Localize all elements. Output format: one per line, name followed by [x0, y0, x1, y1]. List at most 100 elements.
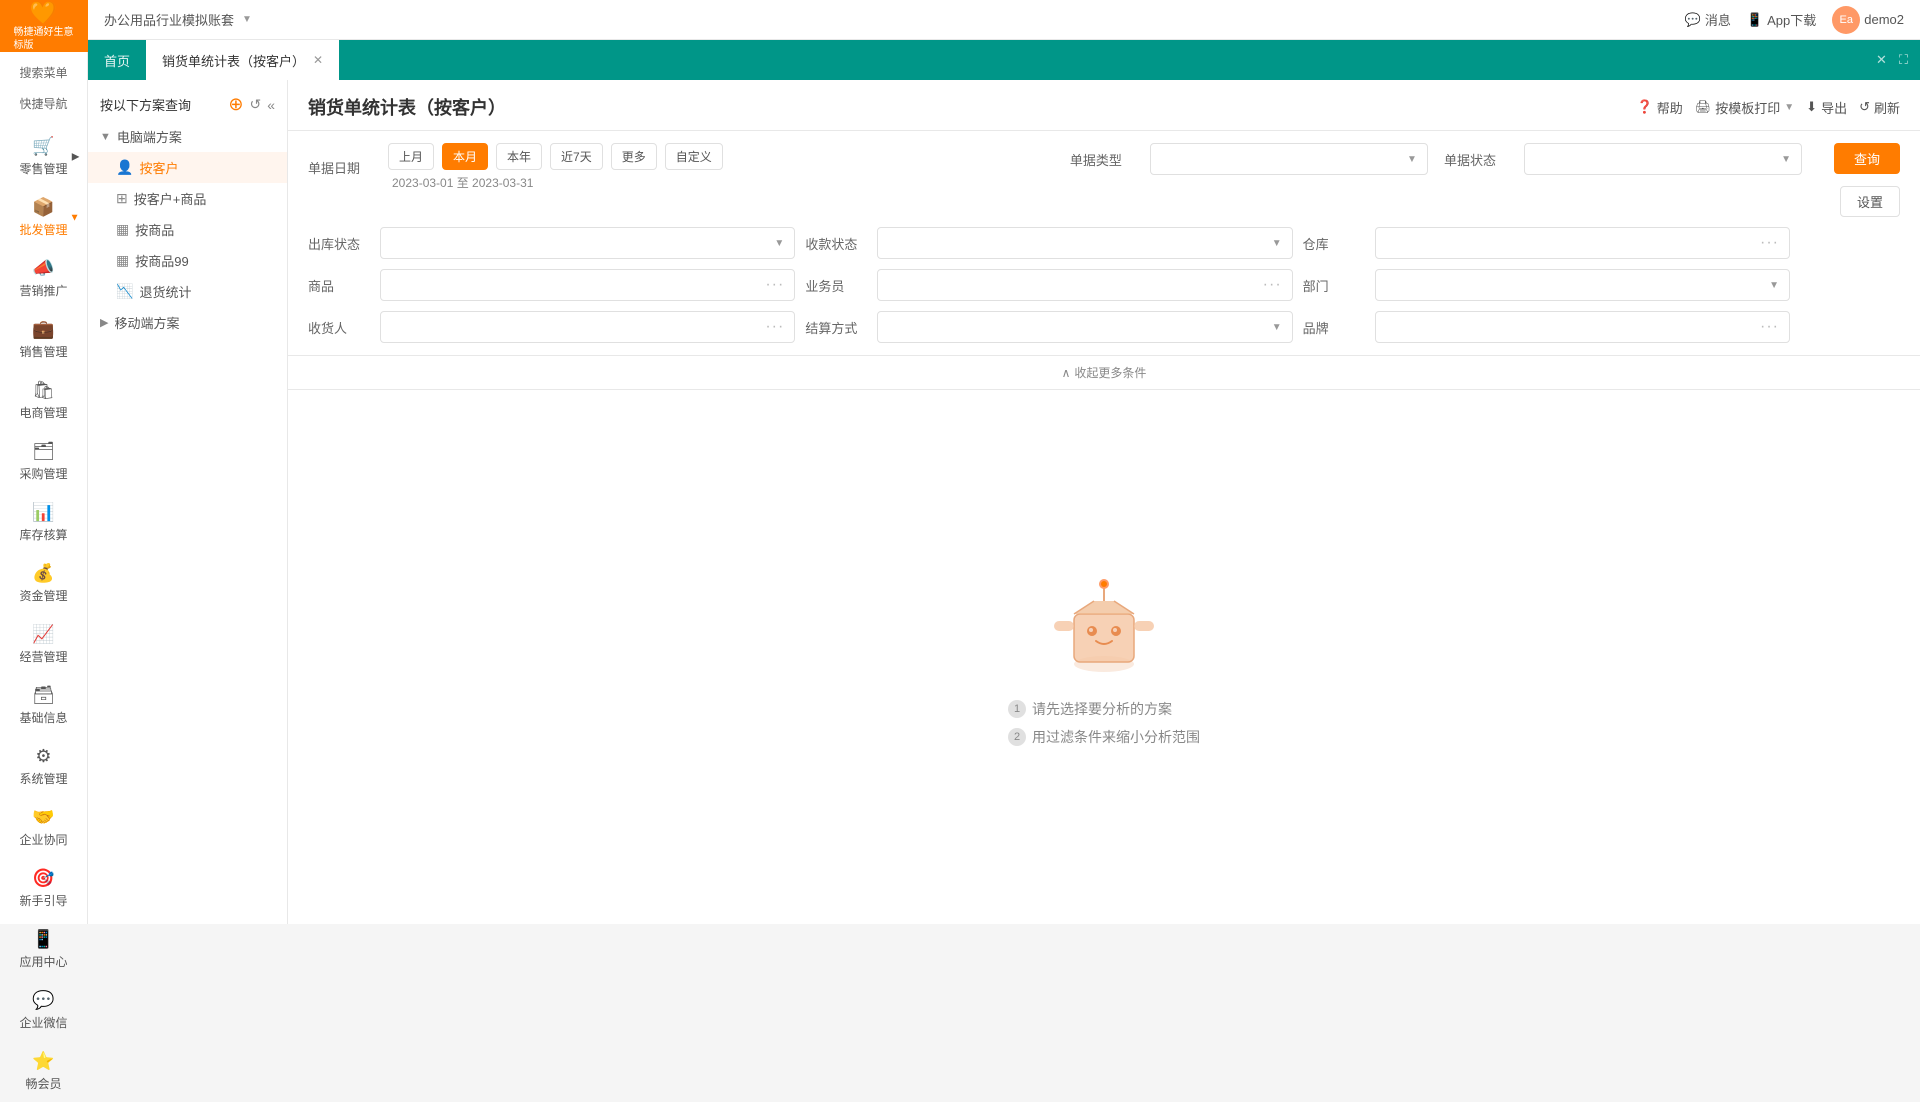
scheme-item-by-goods[interactable]: ▦ 按商品	[88, 214, 287, 245]
collapse-up-icon: ∧	[1062, 366, 1071, 380]
scheme-group-desktop: ▼ 电脑端方案 👤 按客户 ⊞ 按客户+商品 ▦ 按商品 ▦ 按商品99	[88, 121, 287, 307]
query-btn[interactable]: 查询	[1834, 143, 1900, 174]
scheme-group-mobile-header[interactable]: ▶ 移动端方案	[88, 307, 287, 338]
empty-state: 1 请先选择要分析的方案 2 用过滤条件来缩小分析范围	[288, 390, 1920, 924]
help-btn[interactable]: ❓ 帮助	[1637, 98, 1683, 117]
receiver-input[interactable]: ···	[380, 311, 795, 343]
sidebar-item-basic[interactable]: 🗃 基础信息	[0, 675, 88, 736]
collapse-bar[interactable]: ∧ 收起更多条件	[288, 356, 1920, 390]
scheme-item-by-goods-99[interactable]: ▦ 按商品99	[88, 245, 287, 276]
settlement-label: 结算方式	[805, 318, 877, 337]
purchase-icon: 🗂	[32, 441, 55, 462]
add-scheme-icon[interactable]: ⊕	[228, 94, 243, 115]
finance-icon: 💰	[32, 563, 54, 584]
salesperson-input[interactable]: ···	[877, 269, 1292, 301]
brand-label: 品牌	[1303, 318, 1375, 337]
goods-dots: ···	[765, 276, 784, 294]
sidebar-item-inventory[interactable]: 📊 库存核算	[0, 492, 88, 553]
sidebar-item-newbie[interactable]: 🎯 新手引导	[0, 858, 88, 919]
quick-nav[interactable]: 快捷导航	[0, 89, 87, 118]
date-btn-last-month[interactable]: 上月	[388, 143, 434, 170]
date-btn-this-month[interactable]: 本月	[442, 143, 488, 170]
out-status-input[interactable]: ▼	[380, 227, 795, 259]
tab-home[interactable]: 首页	[88, 40, 146, 80]
brand-cell: 品牌 ···	[1303, 311, 1790, 343]
person-icon: 👤	[116, 159, 133, 176]
export-btn[interactable]: ⬇ 导出	[1806, 98, 1847, 117]
sidebar-item-purchase[interactable]: 🗂 采购管理	[0, 431, 88, 492]
basic-icon: 🗃	[32, 685, 55, 706]
sidebar-item-wechat[interactable]: 💬 企业微信	[0, 980, 88, 1041]
system-icon: ⚙	[35, 746, 51, 767]
newbie-icon: 🎯	[32, 868, 54, 889]
settings-btn[interactable]: 设置	[1840, 186, 1900, 217]
warehouse-input[interactable]: ···	[1375, 227, 1790, 259]
date-buttons-group: 上月 本月 本年 近7天 更多 自定义	[388, 143, 723, 170]
type-filter-input[interactable]: ▼	[1150, 143, 1428, 175]
scheme-panel-title: 按以下方案查询	[100, 95, 191, 114]
goods-input[interactable]: ···	[380, 269, 795, 301]
scheme-item-by-customer-goods[interactable]: ⊞ 按客户+商品	[88, 183, 287, 214]
payment-status-input[interactable]: ▼	[877, 227, 1292, 259]
sidebar-item-apps[interactable]: 📱 应用中心	[0, 919, 88, 980]
dept-input[interactable]: ▼	[1375, 269, 1790, 301]
chevron-down-icon: ▼	[70, 212, 80, 223]
dept-dropdown: ▼	[1769, 280, 1779, 291]
empty-tip-2: 2 用过滤条件来缩小分析范围	[1008, 727, 1200, 747]
payment-status-label: 收款状态	[805, 234, 877, 253]
ecommerce-icon: 🛍	[32, 380, 55, 401]
settlement-dropdown: ▼	[1272, 322, 1282, 333]
scheme-item-by-customer[interactable]: 👤 按客户	[88, 152, 287, 183]
date-range-text: 2023-03-01 至 2023-03-31	[392, 174, 723, 191]
sidebar-item-finance[interactable]: 💰 资金管理	[0, 553, 88, 614]
user-profile[interactable]: Ea demo2	[1832, 6, 1904, 34]
sidebar-item-ecommerce[interactable]: 🛍 电商管理	[0, 370, 88, 431]
scheme-group-desktop-header[interactable]: ▼ 电脑端方案	[88, 121, 287, 152]
sidebar-item-label: 畅会员	[25, 1075, 61, 1092]
tab-sales-stats[interactable]: 销货单统计表（按客户） ✕	[146, 40, 339, 80]
collapse-scheme-icon[interactable]: «	[267, 97, 275, 113]
template-print-btn[interactable]: 🖨 按模板打印 ▼	[1695, 98, 1794, 117]
sidebar-item-corp[interactable]: 🤝 企业协同	[0, 797, 88, 858]
scheme-item-label: 按商品	[135, 220, 174, 239]
sidebar-item-wholesale[interactable]: 📦 批发管理 ▼	[0, 187, 88, 248]
tip-num-2: 2	[1008, 728, 1026, 746]
sidebar-item-marketing[interactable]: 📣 营销推广	[0, 248, 88, 309]
salesperson-label: 业务员	[805, 276, 877, 295]
sidebar-item-operation[interactable]: 📈 经营管理	[0, 614, 88, 675]
sidebar-item-retail[interactable]: 🛒 零售管理 ▶	[0, 126, 88, 187]
date-btn-more[interactable]: 更多	[611, 143, 657, 170]
breadcrumb-dropdown-icon[interactable]: ▼	[242, 14, 252, 25]
sidebar-item-sales[interactable]: 💼 销售管理	[0, 309, 88, 370]
date-btn-custom[interactable]: 自定义	[665, 143, 723, 170]
sidebar-item-label: 基础信息	[19, 709, 67, 726]
header-right: 💬 消息 📱 App下载 Ea demo2	[1685, 6, 1904, 34]
empty-tips: 1 请先选择要分析的方案 2 用过滤条件来缩小分析范围	[1008, 699, 1200, 755]
scheme-item-return-stats[interactable]: 📉 退货统计	[88, 276, 287, 307]
help-label: 帮助	[1657, 98, 1683, 117]
sidebar-item-system[interactable]: ⚙ 系统管理	[0, 736, 88, 797]
payment-dropdown: ▼	[1272, 238, 1282, 249]
settlement-cell: 结算方式 ▼	[805, 311, 1292, 343]
sidebar-item-label: 批发管理	[19, 221, 67, 238]
app-download-btn[interactable]: 📱 App下载	[1747, 10, 1816, 29]
refresh-btn[interactable]: ↺ 刷新	[1859, 98, 1900, 117]
maximize-icon[interactable]: ⛶	[1899, 52, 1908, 68]
member-icon: ⭐	[32, 1051, 54, 1072]
tab-label: 销货单统计表（按客户）	[162, 51, 305, 70]
brand-input[interactable]: ···	[1375, 311, 1790, 343]
search-menu[interactable]: 搜索菜单	[0, 52, 87, 89]
date-btn-7days[interactable]: 近7天	[550, 143, 603, 170]
settlement-input[interactable]: ▼	[877, 311, 1292, 343]
refresh-scheme-icon[interactable]: ↺	[249, 96, 261, 113]
close-window-icon[interactable]: ✕	[1876, 52, 1887, 68]
export-label: 导出	[1821, 98, 1847, 117]
date-btn-this-year[interactable]: 本年	[496, 143, 542, 170]
dept-label: 部门	[1303, 276, 1375, 295]
status-filter-input[interactable]: ▼	[1524, 143, 1802, 175]
message-btn[interactable]: 💬 消息	[1685, 10, 1731, 29]
tab-close-icon[interactable]: ✕	[313, 53, 323, 67]
sidebar-item-member[interactable]: ⭐ 畅会员	[0, 1041, 88, 1102]
expand-icon: ▶	[100, 316, 108, 329]
salesperson-cell: 业务员 ···	[805, 269, 1292, 301]
